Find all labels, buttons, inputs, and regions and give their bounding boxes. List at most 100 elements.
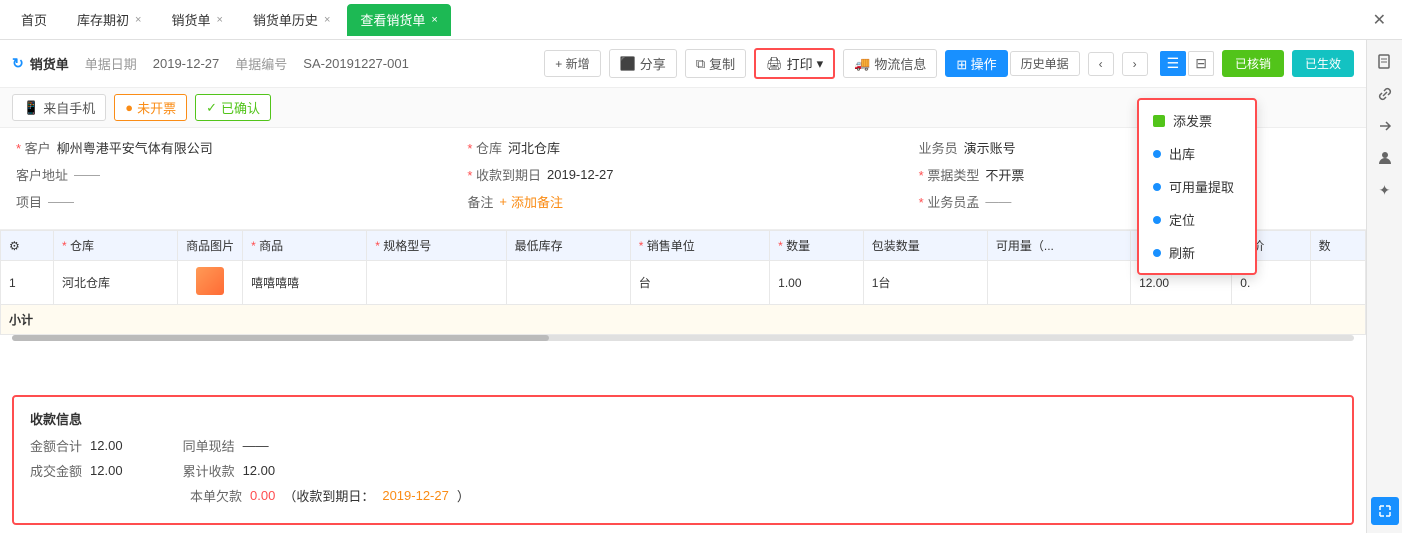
next-button[interactable]: ›: [1122, 52, 1148, 76]
row-unit: 台: [630, 261, 769, 305]
verified-status-button[interactable]: 已核销: [1222, 50, 1284, 77]
staff2-label: 业务员孟: [919, 192, 980, 211]
sidebar-star-icon[interactable]: ✦: [1371, 176, 1399, 204]
dropdown-refresh[interactable]: 刷新: [1139, 236, 1255, 269]
history-tab[interactable]: 历史单据: [1010, 51, 1080, 76]
circle-icon: ●: [125, 100, 133, 115]
doc-title-text: 销货单: [30, 54, 69, 73]
due-date-label: 收款到期日: [467, 165, 541, 184]
sidebar-link-icon[interactable]: [1371, 80, 1399, 108]
dropdown-available-qty[interactable]: 可用量提取: [1139, 170, 1255, 203]
tab-sales[interactable]: 销货单 ×: [158, 4, 235, 36]
dropdown-add-invoice[interactable]: 添发票: [1139, 104, 1255, 137]
print-button[interactable]: 🖨 打印 ▾: [754, 48, 835, 79]
add-note-button[interactable]: + 添加备注: [499, 192, 563, 211]
share-button[interactable]: ⬛ 分享: [609, 49, 677, 78]
effective-status-button[interactable]: 已生效: [1292, 50, 1354, 77]
dropdown-locate[interactable]: 定位: [1139, 203, 1255, 236]
cumulative-label: 累计收款: [183, 461, 235, 480]
address-field: 客户地址 ——: [16, 165, 447, 184]
confirmed-button[interactable]: ✓ 已确认: [195, 94, 271, 121]
row-amount: [1310, 261, 1365, 305]
new-button[interactable]: + 新增: [544, 50, 600, 77]
phone-icon: 📱: [23, 100, 39, 116]
horizontal-scrollbar[interactable]: [12, 335, 1354, 341]
print-icon: 🖨: [766, 56, 783, 72]
address-label: 客户地址: [16, 165, 68, 184]
warehouse-value: 河北仓库: [508, 138, 560, 157]
sidebar-user-icon[interactable]: [1371, 144, 1399, 172]
sidebar-expand-icon[interactable]: [1371, 497, 1399, 525]
scrollbar-thumb[interactable]: [12, 335, 549, 341]
tab-view-sales[interactable]: 查看销货单 ×: [347, 4, 450, 36]
list-view-button[interactable]: ☰: [1160, 51, 1187, 76]
tab-home[interactable]: 首页: [8, 4, 60, 36]
staff2-field: 业务员孟 ——: [919, 192, 1350, 211]
row-available: [987, 261, 1130, 305]
window-close-button[interactable]: ✕: [1365, 6, 1394, 34]
payment-info: 收款信息 金额合计 12.00 同单现结 —— 成交金额 12.00 累计收款: [12, 395, 1354, 525]
due-date-field: 收款到期日 2019-12-27: [467, 165, 898, 184]
view-toggle: ☰ ⊟: [1160, 51, 1214, 76]
col-min-stock: 最低库存: [506, 231, 630, 261]
owe-field: 本单欠款 0.00 （收款到期日： 2019-12-27 ）: [190, 486, 470, 505]
dropdown-outbound[interactable]: 出库: [1139, 137, 1255, 170]
row-min-stock: [506, 261, 630, 305]
settle-label: 同单现结: [183, 436, 235, 455]
owe-value: 0.00: [250, 488, 275, 503]
check-icon: ✓: [206, 100, 217, 116]
staff-label: 业务员: [919, 138, 958, 157]
ticket-label: 票据类型: [919, 165, 980, 184]
refresh-icon: [1153, 249, 1161, 257]
share-icon: ⬛: [620, 56, 636, 72]
from-phone-button[interactable]: 📱 来自手机: [12, 94, 106, 121]
sidebar-doc-icon[interactable]: [1371, 48, 1399, 76]
cumulative-field: 累计收款 12.00: [183, 461, 276, 480]
product-image: [196, 267, 224, 295]
tab-close-inventory[interactable]: ×: [135, 14, 141, 26]
sidebar-return-icon[interactable]: [1371, 112, 1399, 140]
deal-field: 成交金额 12.00: [30, 461, 123, 480]
note-label: 备注: [467, 192, 493, 211]
doc-meta: 单据日期 2019-12-27 单据编号 SA-20191227-001: [85, 54, 409, 73]
outbound-icon: [1153, 150, 1161, 158]
logistics-button[interactable]: 🚚 物流信息: [843, 49, 937, 78]
project-field: 项目 ——: [16, 192, 447, 211]
row-no: 1: [1, 261, 54, 305]
prev-button[interactable]: ‹: [1088, 52, 1114, 76]
grid-view-button[interactable]: ⊟: [1188, 51, 1214, 76]
tab-history[interactable]: 销货单历史 ×: [240, 4, 343, 36]
amount-value: 12.00: [90, 438, 123, 453]
tab-close-view[interactable]: ×: [431, 14, 437, 26]
col-spec: 规格型号: [367, 231, 506, 261]
plus-icon: +: [499, 194, 507, 209]
tab-bar: 首页 库存期初 × 销货单 × 销货单历史 × 查看销货单 × ✕: [0, 0, 1402, 40]
due-date-value: 2019-12-27: [547, 167, 614, 182]
settle-field: 同单现结 ——: [183, 436, 269, 455]
ticket-value: 不开票: [985, 165, 1024, 184]
not-open-ticket-button[interactable]: ● 未开票: [114, 94, 187, 121]
deal-label: 成交金额: [30, 461, 82, 480]
operations-tab[interactable]: ⊞ 操作: [945, 50, 1007, 77]
add-invoice-icon: [1153, 115, 1165, 127]
customer-value: 柳州粤港平安气体有限公司: [57, 138, 213, 157]
grid-icon: ⊞: [956, 57, 967, 72]
tab-inventory[interactable]: 库存期初 ×: [64, 4, 154, 36]
row-qty: 1.00: [770, 261, 864, 305]
row-spec: [367, 261, 506, 305]
right-sidebar: ✦: [1366, 40, 1402, 533]
nav-tabs: ⊞ 操作 历史单据: [945, 50, 1079, 77]
col-unit: 销售单位: [630, 231, 769, 261]
copy-button[interactable]: ⧉ 复制: [685, 49, 746, 78]
warehouse-field: 仓库 河北仓库: [467, 138, 898, 157]
main-area: ↻ 销货单 单据日期 2019-12-27 单据编号 SA-20191227-0…: [0, 40, 1402, 533]
tab-close-sales[interactable]: ×: [216, 14, 222, 26]
customer-field: 客户 柳州粤港平安气体有限公司: [16, 138, 447, 157]
address-value: ——: [74, 167, 100, 182]
customer-label: 客户: [16, 138, 51, 157]
tab-close-history[interactable]: ×: [324, 14, 330, 26]
col-settings: ⚙: [1, 231, 54, 261]
staff2-value: ——: [985, 194, 1011, 209]
owe-end: ）: [457, 486, 470, 505]
doc-icon: ↻: [12, 55, 24, 72]
